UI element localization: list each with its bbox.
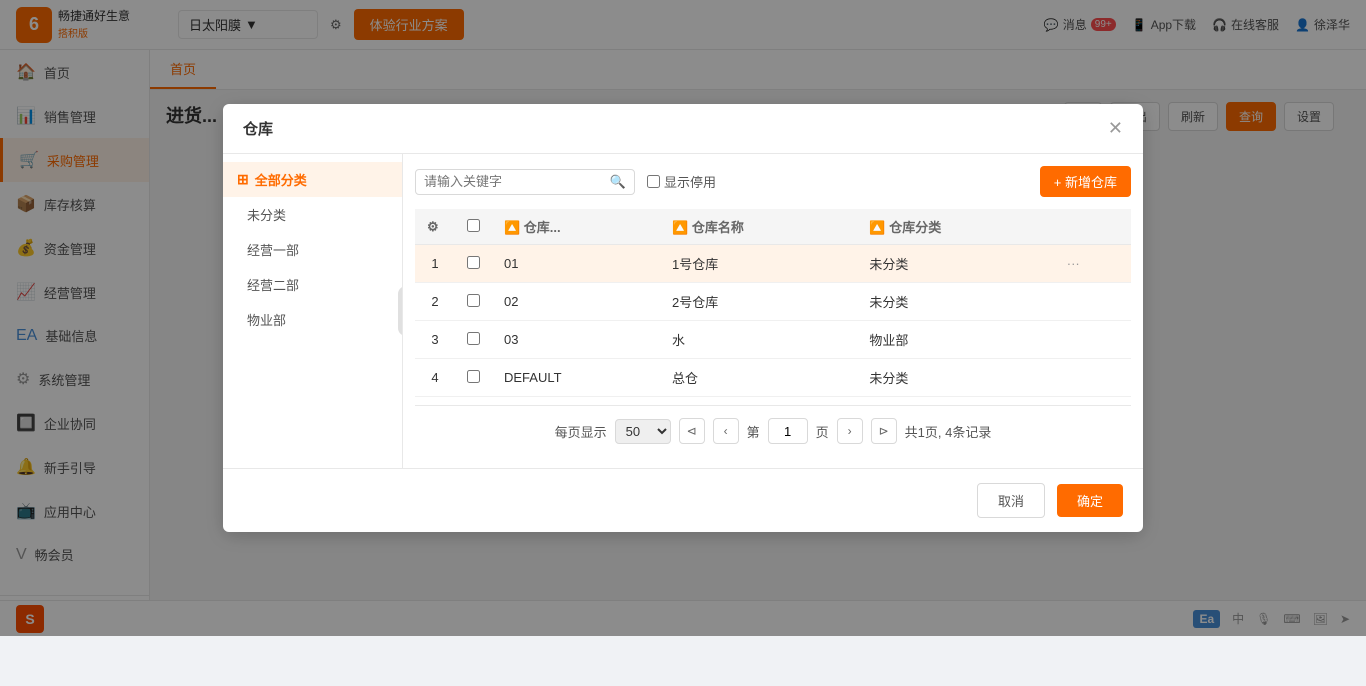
last-page-button[interactable]: ⊳ bbox=[871, 418, 897, 444]
row-code-2: 02 bbox=[492, 283, 660, 321]
table-body: 1 01 1号仓库 未分类 ··· 2 02 2 bbox=[415, 245, 1131, 397]
col-header-gear: ⚙ bbox=[415, 209, 455, 245]
row-name-3: 水 bbox=[660, 321, 857, 359]
more-dots-1[interactable]: ··· bbox=[1067, 256, 1080, 271]
search-icon[interactable]: 🔍 bbox=[610, 174, 626, 190]
table-panel: 🔍 显示停用 + 新增仓库 ⚙ bbox=[403, 154, 1143, 468]
table-container: ⚙ 🔼 仓库... 🔼 仓库名称 🔼 仓库分类 bbox=[415, 209, 1131, 397]
table-row[interactable]: 2 02 2号仓库 未分类 bbox=[415, 283, 1131, 321]
row-name-2: 2号仓库 bbox=[660, 283, 857, 321]
row-check-1[interactable] bbox=[455, 245, 492, 283]
add-warehouse-button[interactable]: + 新增仓库 bbox=[1040, 166, 1131, 197]
table-toolbar: 🔍 显示停用 + 新增仓库 bbox=[415, 166, 1131, 197]
modal-overlay: 仓库 ✕ ⊞ 全部分类 未分类 经营一部 经营二部 物业部 《 bbox=[0, 0, 1366, 636]
show-disabled-label: 显示停用 bbox=[647, 172, 716, 191]
confirm-button[interactable]: 确定 bbox=[1057, 484, 1123, 517]
search-input[interactable] bbox=[424, 174, 604, 189]
col-header-category: 🔼 仓库分类 bbox=[857, 209, 1054, 245]
modal-close-button[interactable]: ✕ bbox=[1108, 118, 1123, 139]
modal-title: 仓库 bbox=[243, 118, 273, 139]
row-actions-2[interactable] bbox=[1055, 283, 1131, 321]
row-code-1: 01 bbox=[492, 245, 660, 283]
row-num-3: 3 bbox=[415, 321, 455, 359]
per-page-select[interactable]: 10 20 50 100 bbox=[615, 419, 671, 444]
category-item-property[interactable]: 物业部 bbox=[223, 302, 402, 337]
row-actions-1[interactable]: ··· bbox=[1055, 245, 1131, 283]
warehouse-modal: 仓库 ✕ ⊞ 全部分类 未分类 经营一部 经营二部 物业部 《 bbox=[223, 104, 1143, 532]
pagination: 每页显示 10 20 50 100 ⊲ ‹ 第 页 › ⊳ 共1页, 4条记录 bbox=[415, 405, 1131, 456]
row-actions-3[interactable] bbox=[1055, 321, 1131, 359]
category-all-label: 全部分类 bbox=[255, 170, 307, 189]
col-header-name: 🔼 仓库名称 bbox=[660, 209, 857, 245]
row-check-2[interactable] bbox=[455, 283, 492, 321]
next-page-button[interactable]: › bbox=[837, 418, 863, 444]
row-name-4: 总仓 bbox=[660, 359, 857, 397]
row-name-1: 1号仓库 bbox=[660, 245, 857, 283]
table-row[interactable]: 3 03 水 物业部 bbox=[415, 321, 1131, 359]
col-header-actions bbox=[1055, 209, 1131, 245]
table-row[interactable]: 4 DEFAULT 总仓 未分类 bbox=[415, 359, 1131, 397]
row-category-4: 未分类 bbox=[857, 359, 1054, 397]
per-page-label: 每页显示 bbox=[555, 422, 607, 441]
row-category-2: 未分类 bbox=[857, 283, 1054, 321]
show-disabled-checkbox[interactable] bbox=[647, 175, 660, 188]
row-num-4: 4 bbox=[415, 359, 455, 397]
row-num-1: 1 bbox=[415, 245, 455, 283]
modal-body: ⊞ 全部分类 未分类 经营一部 经营二部 物业部 《 🔍 bbox=[223, 154, 1143, 468]
modal-header: 仓库 ✕ bbox=[223, 104, 1143, 154]
row-code-4: DEFAULT bbox=[492, 359, 660, 397]
category-item-unclassified[interactable]: 未分类 bbox=[223, 197, 402, 232]
page-input[interactable] bbox=[768, 418, 808, 444]
row-check-3[interactable] bbox=[455, 321, 492, 359]
category-panel: ⊞ 全部分类 未分类 经营一部 经营二部 物业部 《 bbox=[223, 154, 403, 468]
table-head: ⚙ 🔼 仓库... 🔼 仓库名称 🔼 仓库分类 bbox=[415, 209, 1131, 245]
cancel-button[interactable]: 取消 bbox=[977, 483, 1045, 518]
row-code-3: 03 bbox=[492, 321, 660, 359]
first-page-button[interactable]: ⊲ bbox=[679, 418, 705, 444]
row-category-3: 物业部 bbox=[857, 321, 1054, 359]
category-item-ops2[interactable]: 经营二部 bbox=[223, 267, 402, 302]
prev-page-button[interactable]: ‹ bbox=[713, 418, 739, 444]
col-header-code: 🔼 仓库... bbox=[492, 209, 660, 245]
warehouse-table: ⚙ 🔼 仓库... 🔼 仓库名称 🔼 仓库分类 bbox=[415, 209, 1131, 397]
page-unit: 页 bbox=[816, 422, 829, 441]
col-header-check bbox=[455, 209, 492, 245]
show-disabled-text: 显示停用 bbox=[664, 172, 716, 191]
search-box: 🔍 bbox=[415, 169, 635, 195]
select-all-checkbox[interactable] bbox=[467, 219, 480, 232]
row-check-4[interactable] bbox=[455, 359, 492, 397]
collapse-panel-button[interactable]: 《 bbox=[398, 286, 403, 336]
row-actions-4[interactable] bbox=[1055, 359, 1131, 397]
modal-footer: 取消 确定 bbox=[223, 468, 1143, 532]
grid-icon: ⊞ bbox=[237, 171, 249, 188]
total-info: 共1页, 4条记录 bbox=[905, 422, 992, 441]
table-row[interactable]: 1 01 1号仓库 未分类 ··· bbox=[415, 245, 1131, 283]
page-label: 第 bbox=[747, 422, 760, 441]
category-item-ops1[interactable]: 经营一部 bbox=[223, 232, 402, 267]
row-num-2: 2 bbox=[415, 283, 455, 321]
row-category-1: 未分类 bbox=[857, 245, 1054, 283]
category-all[interactable]: ⊞ 全部分类 bbox=[223, 162, 402, 197]
